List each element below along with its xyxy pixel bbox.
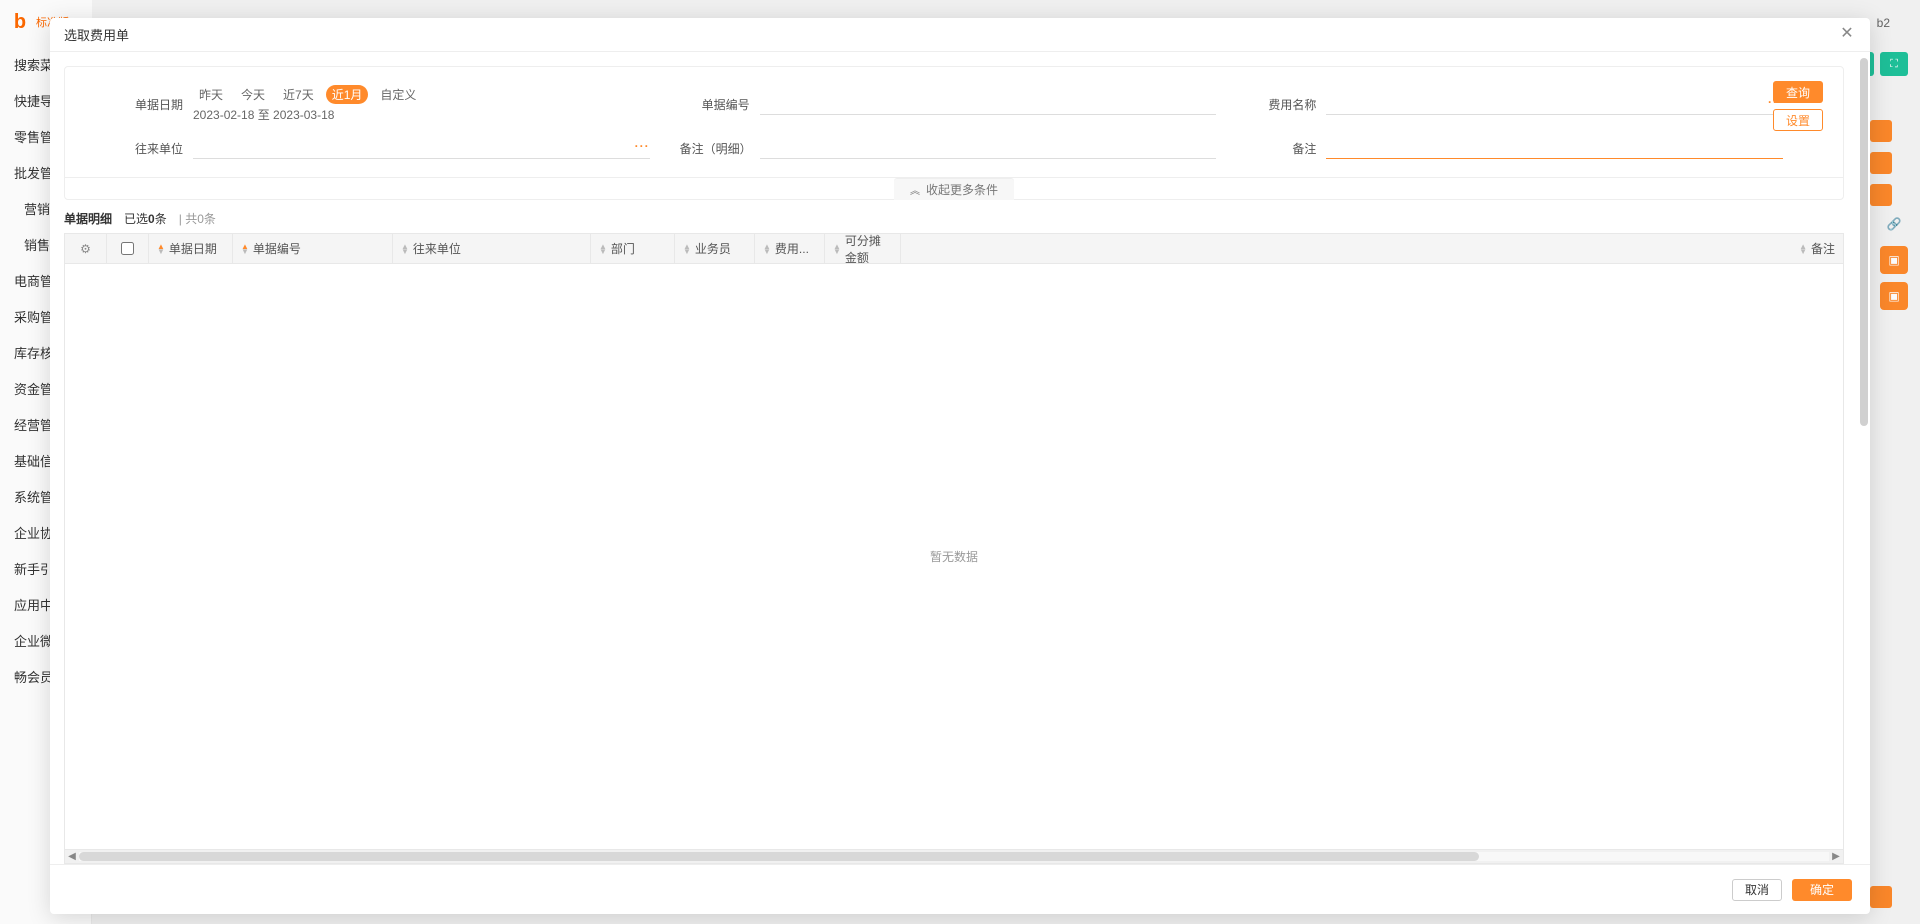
table-body-empty: 暂无数据 <box>65 264 1843 849</box>
date-quick-last7[interactable]: 近7天 <box>277 85 320 104</box>
filter-bill-date: 单据日期 昨天 今天 近7天 近1月 自定义 2023-02-18 至 2023… <box>113 85 650 123</box>
filter-panel: 单据日期 昨天 今天 近7天 近1月 自定义 2023-02-18 至 2023… <box>64 66 1844 200</box>
horizontal-scrollbar[interactable]: ◀ ▶ <box>65 849 1843 863</box>
col-dept[interactable]: ▲▼ 部门 <box>591 234 675 263</box>
col-bill-date[interactable]: ▲▼ 单据日期 <box>149 234 233 263</box>
modal-body-inner: 单据日期 昨天 今天 近7天 近1月 自定义 2023-02-18 至 2023… <box>50 52 1870 864</box>
scroll-track[interactable] <box>79 852 1829 861</box>
checkbox[interactable] <box>121 242 134 255</box>
gear-icon: ⚙ <box>80 242 91 256</box>
modal-header: 选取费用单 ✕ <box>50 18 1870 52</box>
cancel-button[interactable]: 取消 <box>1732 879 1782 901</box>
filter-bill-code: 单据编号 <box>680 85 1217 123</box>
filter-actions: 查询 设置 <box>1773 81 1823 131</box>
sort-icon: ▲▼ <box>241 244 249 254</box>
sort-icon: ▲▼ <box>1799 244 1807 254</box>
bill-code-input[interactable] <box>760 93 1217 115</box>
filter-label: 备注 <box>1246 140 1316 157</box>
sort-icon: ▲▼ <box>833 244 841 254</box>
remark-input[interactable] <box>1326 137 1783 159</box>
filter-fee-name: 费用名称 ··· <box>1246 85 1783 123</box>
column-settings-button[interactable]: ⚙ <box>65 234 107 263</box>
col-fee[interactable]: ▲▼ 费用... <box>755 234 825 263</box>
sort-icon: ▲▼ <box>157 244 165 254</box>
more-icon[interactable]: ··· <box>635 139 650 153</box>
vertical-scrollbar[interactable] <box>1860 58 1868 858</box>
date-quick-today[interactable]: 今天 <box>235 85 271 104</box>
date-quick-yesterday[interactable]: 昨天 <box>193 85 229 104</box>
sort-icon: ▲▼ <box>599 244 607 254</box>
col-staff[interactable]: ▲▼ 业务员 <box>675 234 755 263</box>
col-remark[interactable]: ▲▼ 备注 <box>901 234 1843 263</box>
table-header: ⚙ ▲▼ 单据日期 ▲▼ 单据编号 <box>65 234 1843 264</box>
collapse-row: ︽ 收起更多条件 <box>65 177 1843 199</box>
modal-overlay: 选取费用单 ✕ 单据日期 昨天 今天 近7天 <box>0 0 1920 924</box>
collapse-label: 收起更多条件 <box>926 181 998 198</box>
ok-button[interactable]: 确定 <box>1792 879 1852 901</box>
date-quick-last1m[interactable]: 近1月 <box>326 85 369 104</box>
fee-name-input[interactable] <box>1326 93 1783 115</box>
close-icon[interactable]: ✕ <box>1838 26 1856 44</box>
list-summary: 单据明细 已选0条 | 共0条 <box>50 200 1858 233</box>
empty-text: 暂无数据 <box>930 548 978 565</box>
filter-remark: 备注 <box>1246 137 1783 159</box>
total-count: | 共0条 <box>179 210 216 227</box>
modal-body: 单据日期 昨天 今天 近7天 近1月 自定义 2023-02-18 至 2023… <box>50 52 1870 864</box>
filter-label: 往来单位 <box>113 140 183 157</box>
select-expense-modal: 选取费用单 ✕ 单据日期 昨天 今天 近7天 <box>50 18 1870 914</box>
select-all-checkbox[interactable] <box>107 234 149 263</box>
filter-label: 备注（明细） <box>680 140 750 157</box>
sort-icon: ▲▼ <box>763 244 771 254</box>
filter-label: 费用名称 <box>1246 96 1316 113</box>
col-party[interactable]: ▲▼ 往来单位 <box>393 234 591 263</box>
sort-icon: ▲▼ <box>401 244 409 254</box>
date-quick-picker: 昨天 今天 近7天 近1月 自定义 <box>193 85 650 104</box>
col-bill-code[interactable]: ▲▼ 单据编号 <box>233 234 393 263</box>
date-range-display[interactable]: 2023-02-18 至 2023-03-18 <box>193 106 650 123</box>
list-title: 单据明细 <box>64 210 112 227</box>
scroll-right-icon[interactable]: ▶ <box>1829 850 1843 863</box>
modal-footer: 取消 确定 <box>50 864 1870 914</box>
settings-button[interactable]: 设置 <box>1773 109 1823 131</box>
remark-detail-input[interactable] <box>760 137 1217 159</box>
chevron-up-icon: ︽ <box>910 182 920 197</box>
search-button[interactable]: 查询 <box>1773 81 1823 103</box>
modal-title: 选取费用单 <box>64 25 129 44</box>
scroll-thumb[interactable] <box>79 852 1479 861</box>
sort-icon: ▲▼ <box>683 244 691 254</box>
selected-count: 已选0条 <box>124 210 167 227</box>
scroll-thumb[interactable] <box>1860 58 1868 426</box>
filter-remark-detail: 备注（明细） <box>680 137 1217 159</box>
col-alloc[interactable]: ▲▼ 可分摊金额 <box>825 234 901 263</box>
scroll-left-icon[interactable]: ◀ <box>65 850 79 863</box>
filter-label: 单据编号 <box>680 96 750 113</box>
filter-party: 往来单位 ··· <box>113 137 650 159</box>
date-quick-custom[interactable]: 自定义 <box>374 85 422 104</box>
collapse-button[interactable]: ︽ 收起更多条件 <box>894 178 1014 200</box>
filter-label: 单据日期 <box>113 96 183 113</box>
party-input[interactable] <box>193 137 650 159</box>
table: ⚙ ▲▼ 单据日期 ▲▼ 单据编号 <box>64 233 1844 864</box>
